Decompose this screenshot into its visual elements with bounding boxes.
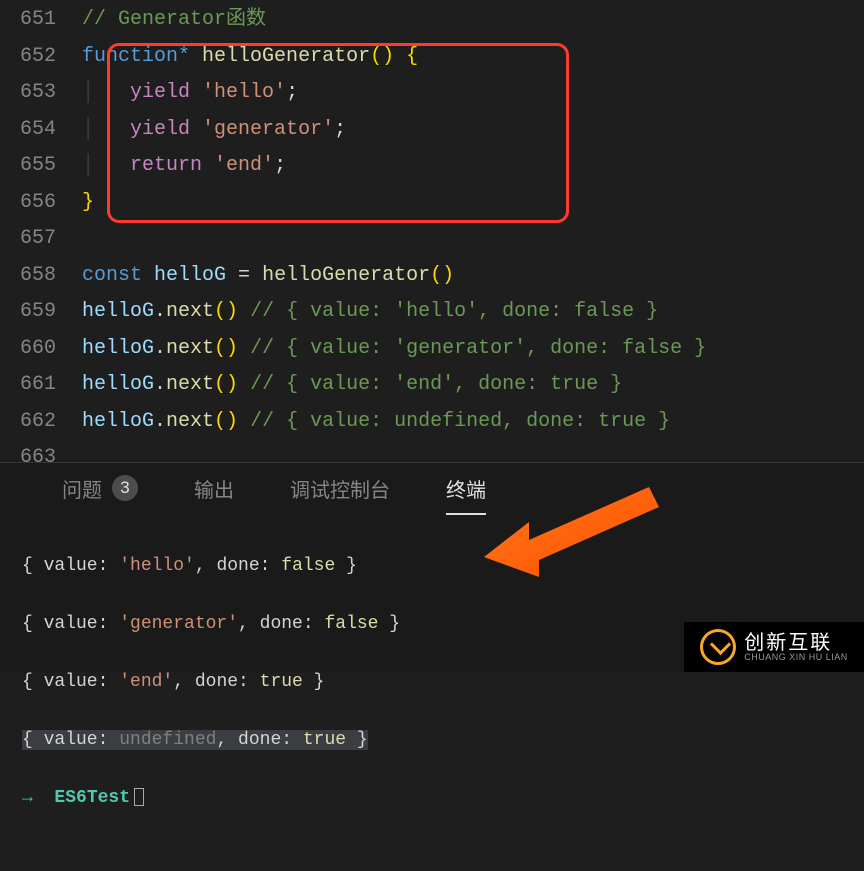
keyword-function: function: [82, 45, 178, 68]
parentheses: (): [214, 337, 238, 360]
tab-output[interactable]: 输出: [194, 463, 234, 513]
code-line: 652 function* helloGenerator() {: [0, 39, 864, 76]
tab-problems[interactable]: 问题 3: [62, 463, 138, 513]
tab-terminal[interactable]: 终端: [446, 463, 486, 513]
terminal-prompt: → ES6Test: [22, 784, 842, 813]
panel-tabs: 问题 3 输出 调试控制台 终端: [0, 463, 864, 513]
keyword-yield: yield: [130, 81, 190, 104]
line-number: 663: [0, 440, 82, 462]
code-line: 661 helloG.next() // { value: 'end', don…: [0, 367, 864, 404]
tab-debug-console[interactable]: 调试控制台: [290, 463, 390, 513]
cursor-icon: [134, 788, 144, 806]
parentheses: (): [214, 300, 238, 323]
line-number: 662: [0, 404, 82, 441]
watermark: 创新互联 CHUANG XIN HU LIAN: [684, 622, 864, 672]
code-line: 651 // Generator函数: [0, 2, 864, 39]
parentheses: (): [370, 45, 394, 68]
string: 'hello': [202, 81, 286, 104]
parentheses: (): [214, 373, 238, 396]
tab-label: 问题: [62, 474, 102, 503]
code-line: 655 │ return 'end';: [0, 148, 864, 185]
terminal-line: { value: undefined, done: true }: [22, 726, 842, 755]
comment: // { value: undefined, done: true }: [250, 410, 670, 433]
comment: // { value: 'hello', done: false }: [250, 300, 658, 323]
line-number: 651: [0, 2, 82, 39]
code-line: 657: [0, 221, 864, 258]
comment: // { value: 'end', done: true }: [250, 373, 622, 396]
parentheses: (): [430, 264, 454, 287]
brace: {: [394, 45, 418, 68]
code-line: 658 const helloG = helloGenerator(): [0, 258, 864, 295]
problems-badge: 3: [112, 475, 138, 501]
code-line: 660 helloG.next() // { value: 'generator…: [0, 331, 864, 368]
line-number: 652: [0, 39, 82, 76]
indent-guide: │: [82, 154, 130, 177]
indent-guide: │: [82, 118, 130, 141]
keyword-yield: yield: [130, 118, 190, 141]
tab-label: 调试控制台: [290, 474, 390, 503]
comment: // Generator函数: [82, 8, 266, 31]
line-number: 658: [0, 258, 82, 295]
code-line: 653 │ yield 'hello';: [0, 75, 864, 112]
tab-label: 终端: [446, 474, 486, 503]
comment: // { value: 'generator', done: false }: [250, 337, 706, 360]
line-number: 661: [0, 367, 82, 404]
line-number: 653: [0, 75, 82, 112]
method-call: next: [166, 337, 214, 360]
brace: }: [82, 191, 94, 214]
variable: helloG: [82, 373, 154, 396]
function-call: helloGenerator: [262, 264, 430, 287]
line-number: 655: [0, 148, 82, 185]
keyword-return: return: [130, 154, 202, 177]
code-line: 654 │ yield 'generator';: [0, 112, 864, 149]
parentheses: (): [214, 410, 238, 433]
watermark-text-cn: 创新互联: [744, 633, 848, 653]
watermark-text-en: CHUANG XIN HU LIAN: [744, 653, 848, 662]
variable: helloG: [82, 410, 154, 433]
line-number: 657: [0, 221, 82, 258]
line-number: 656: [0, 185, 82, 222]
variable: helloG: [82, 337, 154, 360]
function-name: helloGenerator: [202, 45, 370, 68]
keyword-const: const: [82, 264, 142, 287]
code-line: 656 }: [0, 185, 864, 222]
terminal-line: { value: 'end', done: true }: [22, 668, 842, 697]
code-editor[interactable]: 651 // Generator函数 652 function* helloGe…: [0, 0, 864, 462]
line-number: 659: [0, 294, 82, 331]
code-line: 662 helloG.next() // { value: undefined,…: [0, 404, 864, 441]
code-line: 663: [0, 440, 864, 462]
method-call: next: [166, 300, 214, 323]
generator-star: *: [178, 45, 190, 68]
terminal-output[interactable]: { value: 'hello', done: false } { value:…: [0, 513, 864, 871]
watermark-logo-icon: [700, 629, 736, 665]
string: 'generator': [202, 118, 334, 141]
string: 'end': [214, 154, 274, 177]
code-line: 659 helloG.next() // { value: 'hello', d…: [0, 294, 864, 331]
variable: helloG: [82, 300, 154, 323]
variable: helloG: [154, 264, 226, 287]
method-call: next: [166, 410, 214, 433]
terminal-line: { value: 'hello', done: false }: [22, 552, 842, 581]
line-number: 660: [0, 331, 82, 368]
tab-label: 输出: [194, 474, 234, 503]
indent-guide: │: [82, 81, 130, 104]
line-number: 654: [0, 112, 82, 149]
method-call: next: [166, 373, 214, 396]
